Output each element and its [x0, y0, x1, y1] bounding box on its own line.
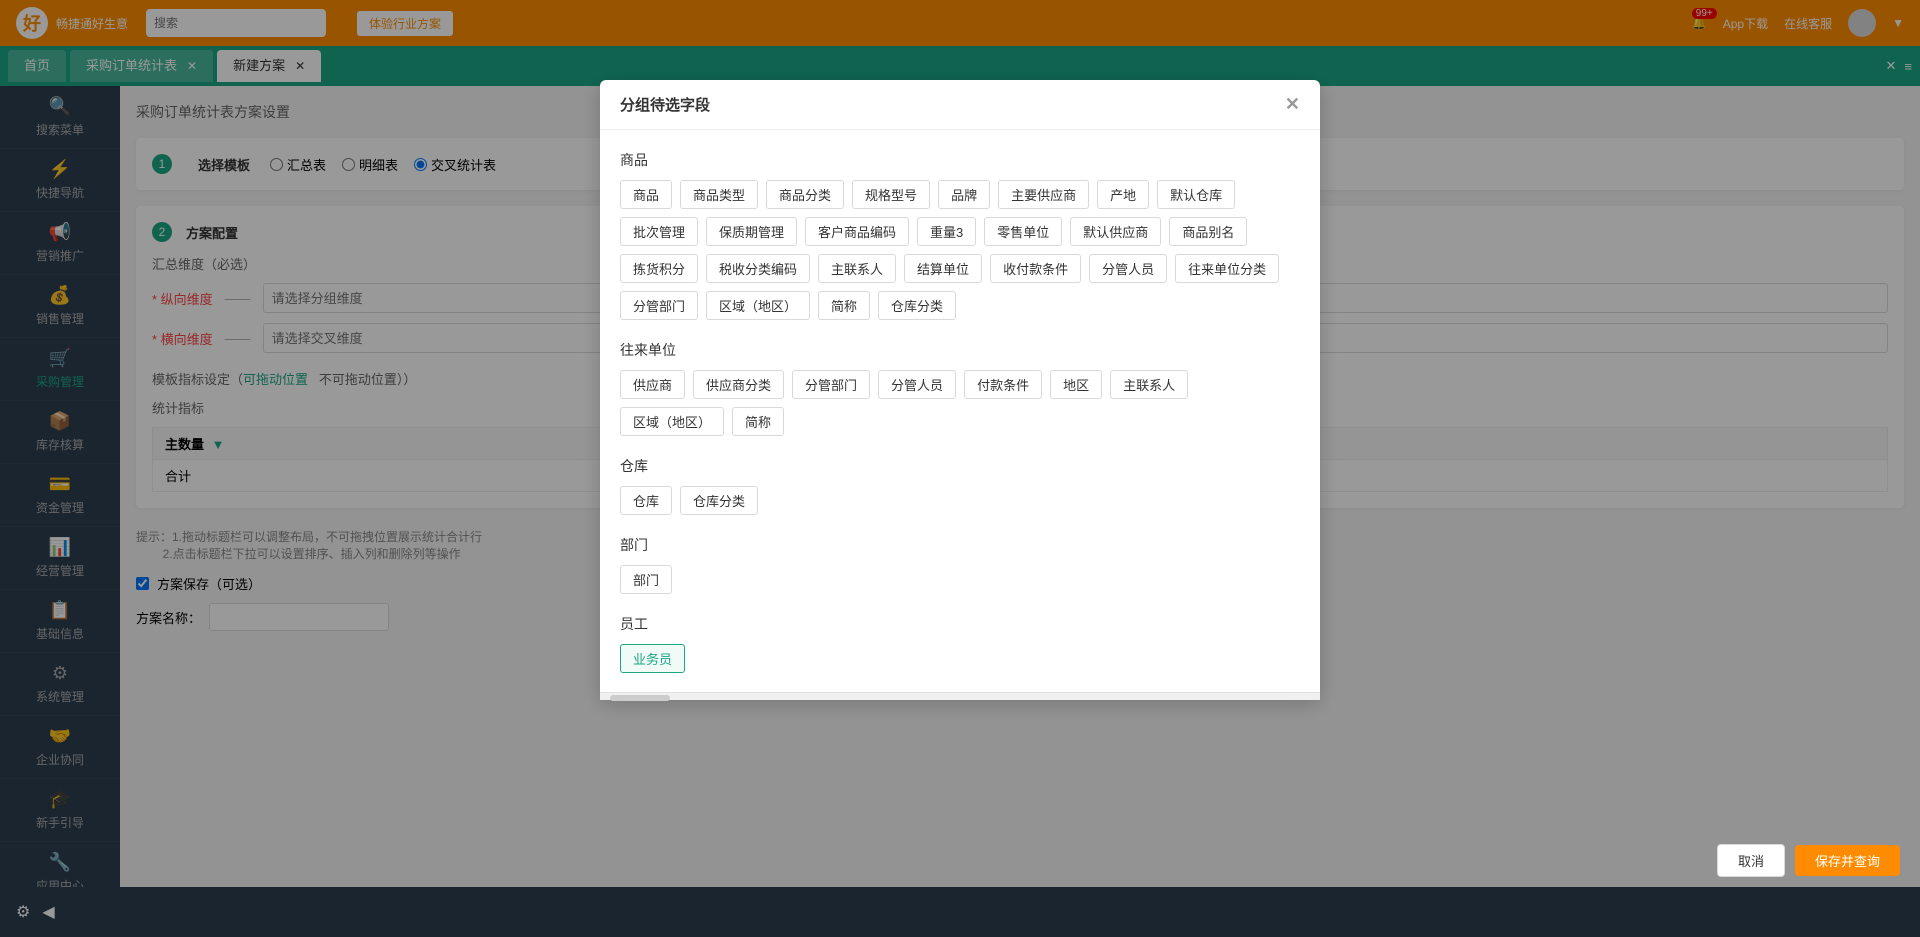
chip-goods-14[interactable]: 商品别名	[1169, 217, 1247, 246]
chip-partner-7[interactable]: 区域（地区）	[620, 407, 724, 436]
section-goods: 商品 商品 商品类型 商品分类 规格型号 品牌 主要供应商 产地 默认仓库 批次…	[620, 150, 1300, 320]
field-chips-dept: 部门	[620, 565, 1300, 594]
chip-goods-13[interactable]: 默认供应商	[1070, 217, 1161, 246]
chip-goods-23[interactable]: 区域（地区）	[706, 291, 810, 320]
chip-goods-24[interactable]: 简称	[818, 291, 870, 320]
chip-warehouse-0[interactable]: 仓库	[620, 486, 672, 515]
chip-goods-21[interactable]: 往来单位分类	[1175, 254, 1279, 283]
section-dept-title: 部门	[620, 535, 1300, 555]
chip-goods-11[interactable]: 重量3	[917, 217, 976, 246]
chip-goods-18[interactable]: 结算单位	[904, 254, 982, 283]
chip-partner-2[interactable]: 分管部门	[792, 370, 870, 399]
chip-goods-22[interactable]: 分管部门	[620, 291, 698, 320]
chip-goods-5[interactable]: 主要供应商	[998, 180, 1089, 209]
section-partner-title: 往来单位	[620, 340, 1300, 360]
section-warehouse: 仓库 仓库 仓库分类	[620, 456, 1300, 515]
chip-goods-15[interactable]: 拣货积分	[620, 254, 698, 283]
chip-goods-0[interactable]: 商品	[620, 180, 672, 209]
chip-goods-9[interactable]: 保质期管理	[706, 217, 797, 246]
chip-goods-20[interactable]: 分管人员	[1089, 254, 1167, 283]
section-warehouse-title: 仓库	[620, 456, 1300, 476]
section-partner: 往来单位 供应商 供应商分类 分管部门 分管人员 付款条件 地区 主联系人 区域…	[620, 340, 1300, 436]
chip-partner-3[interactable]: 分管人员	[878, 370, 956, 399]
cancel-button[interactable]: 取消	[1717, 844, 1785, 877]
modal-dialog: 分组待选字段 ✕ 商品 商品 商品类型 商品分类 规格型号 品牌 主要供应商 产…	[600, 80, 1320, 700]
chip-goods-10[interactable]: 客户商品编码	[805, 217, 909, 246]
chip-partner-0[interactable]: 供应商	[620, 370, 685, 399]
chip-goods-1[interactable]: 商品类型	[680, 180, 758, 209]
chip-dept-0[interactable]: 部门	[620, 565, 672, 594]
chip-warehouse-1[interactable]: 仓库分类	[680, 486, 758, 515]
chip-goods-6[interactable]: 产地	[1097, 180, 1149, 209]
chip-partner-4[interactable]: 付款条件	[964, 370, 1042, 399]
field-chips-partner: 供应商 供应商分类 分管部门 分管人员 付款条件 地区 主联系人 区域（地区） …	[620, 370, 1300, 436]
section-dept: 部门 部门	[620, 535, 1300, 594]
chip-goods-8[interactable]: 批次管理	[620, 217, 698, 246]
chip-goods-17[interactable]: 主联系人	[818, 254, 896, 283]
field-chips-employee: 业务员	[620, 644, 1300, 673]
field-chips-warehouse: 仓库 仓库分类	[620, 486, 1300, 515]
section-goods-title: 商品	[620, 150, 1300, 170]
chip-goods-3[interactable]: 规格型号	[852, 180, 930, 209]
chip-goods-7[interactable]: 默认仓库	[1157, 180, 1235, 209]
chip-partner-6[interactable]: 主联系人	[1110, 370, 1188, 399]
chip-goods-16[interactable]: 税收分类编码	[706, 254, 810, 283]
chip-employee-0[interactable]: 业务员	[620, 644, 685, 673]
chip-goods-2[interactable]: 商品分类	[766, 180, 844, 209]
chip-goods-25[interactable]: 仓库分类	[878, 291, 956, 320]
chip-partner-1[interactable]: 供应商分类	[693, 370, 784, 399]
modal-body[interactable]: 商品 商品 商品类型 商品分类 规格型号 品牌 主要供应商 产地 默认仓库 批次…	[600, 130, 1320, 692]
chip-goods-4[interactable]: 品牌	[938, 180, 990, 209]
chip-partner-8[interactable]: 简称	[732, 407, 784, 436]
modal-footer: 取消 保存并查询	[0, 834, 1920, 887]
modal-header: 分组待选字段 ✕	[600, 80, 1320, 130]
save-query-button[interactable]: 保存并查询	[1795, 845, 1900, 876]
chip-goods-12[interactable]: 零售单位	[984, 217, 1062, 246]
modal-overlay: 分组待选字段 ✕ 商品 商品 商品类型 商品分类 规格型号 品牌 主要供应商 产…	[0, 0, 1920, 937]
field-chips-goods: 商品 商品类型 商品分类 规格型号 品牌 主要供应商 产地 默认仓库 批次管理 …	[620, 180, 1300, 320]
modal-title: 分组待选字段	[620, 94, 710, 115]
chip-goods-19[interactable]: 收付款条件	[990, 254, 1081, 283]
chip-partner-5[interactable]: 地区	[1050, 370, 1102, 399]
modal-close-button[interactable]: ✕	[1285, 94, 1300, 115]
section-employee-title: 员工	[620, 614, 1300, 634]
section-employee: 员工 业务员	[620, 614, 1300, 673]
modal-horizontal-scroll[interactable]	[600, 692, 1320, 700]
modal-hscroll-thumb	[610, 695, 670, 701]
